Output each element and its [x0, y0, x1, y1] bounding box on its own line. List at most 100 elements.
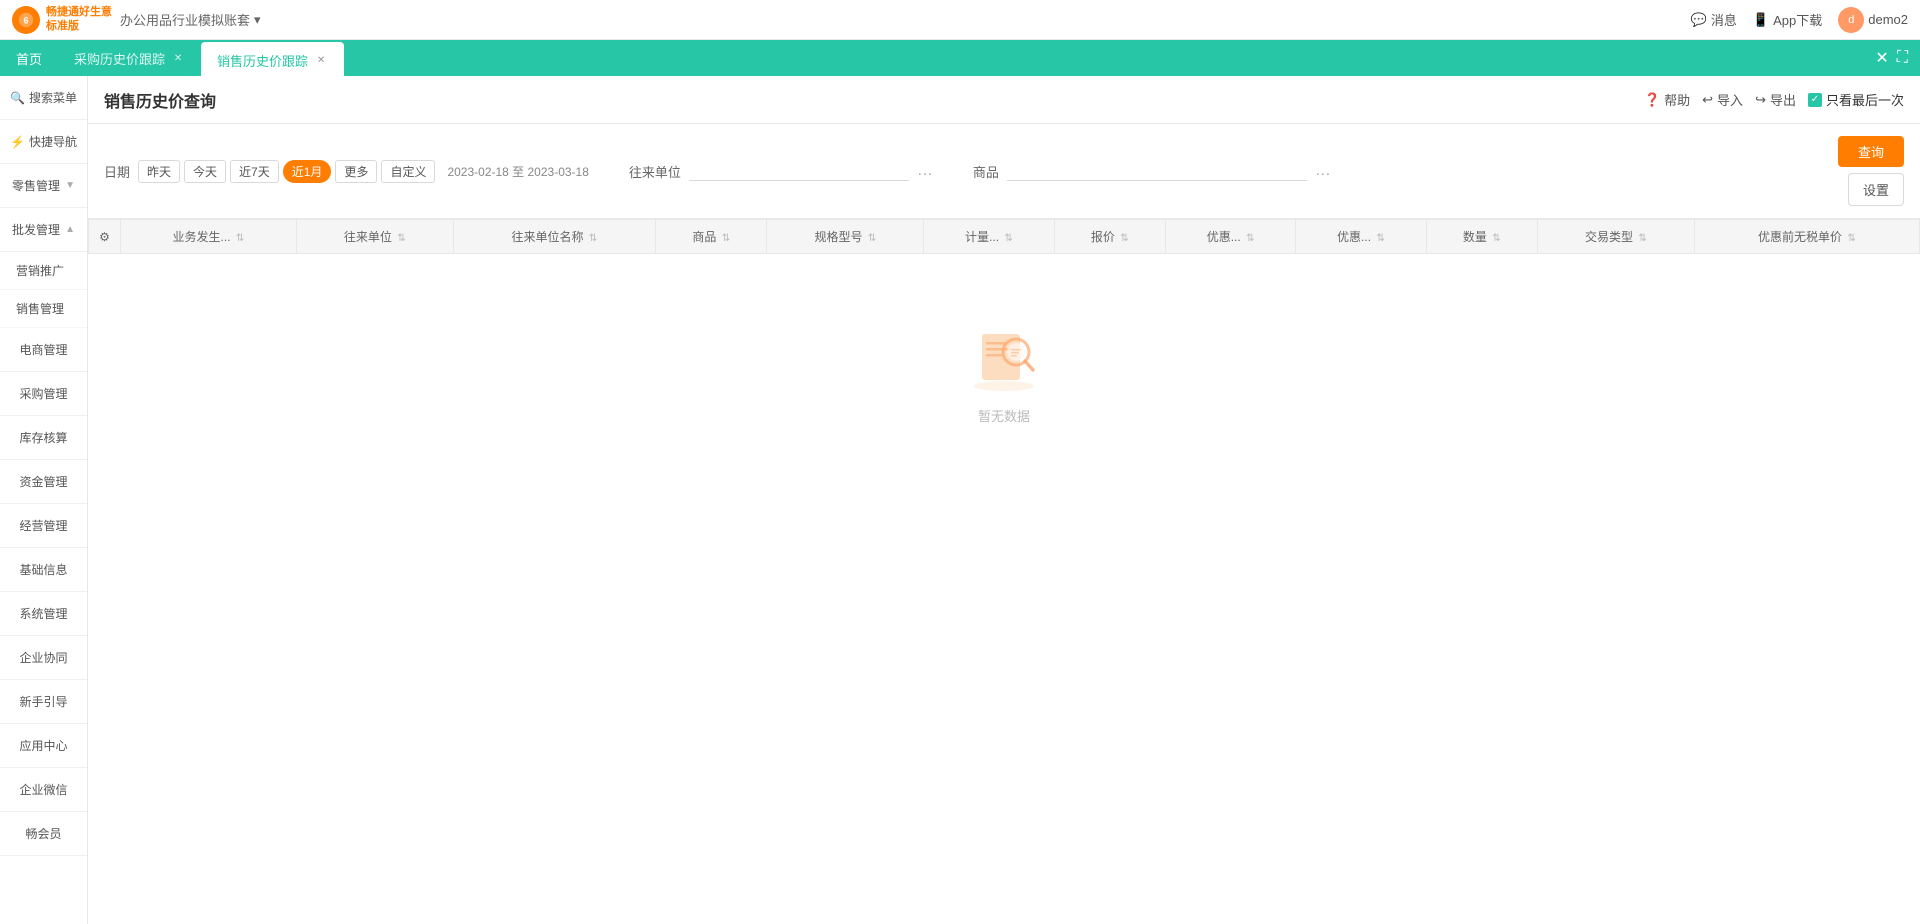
avatar: d	[1838, 7, 1864, 33]
sidebar-item-purchase[interactable]: 采购管理	[0, 372, 87, 416]
th-quantity[interactable]: 数量 ⇅	[1426, 220, 1537, 254]
sidebar-item-basic-info[interactable]: 基础信息	[0, 548, 87, 592]
sidebar-item-ecom[interactable]: 电商管理	[0, 328, 87, 372]
page-title: 销售历史价查询	[104, 88, 216, 112]
tab-close-sales[interactable]: ✕	[314, 53, 328, 67]
tab-bar: 首页 采购历史价跟踪 ✕ 销售历史价跟踪 ✕ ✕ ⛶	[0, 40, 1920, 76]
date-range-display: 2023-02-18 至 2023-03-18	[447, 163, 588, 180]
export-button[interactable]: ↪ 导出	[1755, 90, 1796, 109]
sort-icon: ⇅	[397, 233, 405, 244]
sidebar-item-enterprise-wechat[interactable]: 企业微信	[0, 768, 87, 812]
date-btn-1month[interactable]: 近1月	[283, 160, 332, 183]
logo-svg: 6	[17, 11, 35, 29]
th-unit[interactable]: 计量... ⇅	[924, 220, 1054, 254]
table-header-row: ⚙ 业务发生... ⇅ 往来单位 ⇅ 往来单位名称 ⇅ 商品 ⇅	[89, 220, 1920, 254]
date-filter-group: 日期 昨天 今天 近7天 近1月 更多 自定义 2023-02-18 至 202…	[104, 160, 589, 183]
help-icon: ❓	[1644, 92, 1660, 108]
date-btn-more[interactable]: 更多	[335, 160, 377, 183]
app-download-button[interactable]: 📱 App下载	[1753, 10, 1822, 29]
th-biz-date[interactable]: 业务发生... ⇅	[121, 220, 297, 254]
sidebar-item-app-center[interactable]: 应用中心	[0, 724, 87, 768]
sidebar-item-newbie[interactable]: 新手引导	[0, 680, 87, 724]
date-btn-7days[interactable]: 近7天	[230, 160, 279, 183]
tab-home[interactable]: 首页	[0, 40, 58, 76]
sort-icon: ⇅	[868, 233, 876, 244]
th-pretax-price[interactable]: 优惠前无税单价 ⇅	[1694, 220, 1919, 254]
filter-buttons: 查询 设置	[1838, 136, 1904, 206]
empty-text: 暂无数据	[978, 406, 1030, 425]
th-counterparty-code[interactable]: 往来单位 ⇅	[296, 220, 453, 254]
th-spec[interactable]: 规格型号 ⇅	[767, 220, 924, 254]
date-btn-yesterday[interactable]: 昨天	[138, 160, 180, 183]
settings-button[interactable]: 设置	[1848, 173, 1904, 206]
logo-icon: 6	[12, 6, 40, 34]
table-head: ⚙ 业务发生... ⇅ 往来单位 ⇅ 往来单位名称 ⇅ 商品 ⇅	[89, 220, 1920, 254]
tab-close-purchase[interactable]: ✕	[171, 51, 185, 65]
date-btn-today[interactable]: 今天	[184, 160, 226, 183]
sidebar-item-sales-mgmt[interactable]: 销售管理	[0, 290, 87, 328]
settings-icon[interactable]: ⚙	[99, 230, 110, 244]
only-last-checkbox[interactable]: 只看最后一次	[1808, 90, 1904, 109]
tab-sales-history[interactable]: 销售历史价跟踪 ✕	[201, 42, 344, 78]
chevron-up-icon: ▲	[65, 224, 75, 235]
sidebar-item-quick-nav[interactable]: ⚡ 快捷导航	[0, 120, 87, 164]
table-area: ⚙ 业务发生... ⇅ 往来单位 ⇅ 往来单位名称 ⇅ 商品 ⇅	[88, 219, 1920, 924]
checkbox-icon	[1808, 93, 1822, 107]
sidebar-item-system[interactable]: 系统管理	[0, 592, 87, 636]
th-goods[interactable]: 商品 ⇅	[656, 220, 767, 254]
sidebar-item-search-menu[interactable]: 🔍 搜索菜单	[0, 76, 87, 120]
header-right: 💬 消息 📱 App下载 d demo2	[1691, 7, 1908, 33]
search-icon: 🔍	[10, 91, 25, 105]
th-discount1[interactable]: 优惠... ⇅	[1165, 220, 1295, 254]
nav-icon: ⚡	[10, 135, 25, 149]
sidebar-item-marketing[interactable]: 营销推广	[0, 252, 87, 290]
sidebar-item-finance[interactable]: 资金管理	[0, 460, 87, 504]
goods-picker-icon[interactable]: …	[1315, 162, 1331, 180]
header-left: 6 畅捷通好生意 标准版 办公用品行业模拟账套 ▾	[12, 6, 261, 34]
maximize-icon[interactable]: ⛶	[1897, 49, 1908, 67]
page-header-actions: ❓ 帮助 ↩ 导入 ↪ 导出 只看最后一次	[1644, 90, 1904, 109]
sidebar-item-retail[interactable]: 零售管理 ▼	[0, 164, 87, 208]
import-button[interactable]: ↩ 导入	[1702, 90, 1743, 109]
sidebar-item-vip[interactable]: 畅会员	[0, 812, 87, 856]
query-button[interactable]: 查询	[1838, 136, 1904, 167]
sort-icon: ⇅	[1376, 233, 1384, 244]
close-tab-icon[interactable]: ✕	[1875, 48, 1888, 68]
empty-icon	[964, 314, 1044, 394]
counterparty-filter-group: 往来单位 …	[629, 161, 933, 181]
counterparty-input[interactable]	[689, 161, 909, 181]
date-label: 日期	[104, 162, 130, 181]
sidebar: 🔍 搜索菜单 ⚡ 快捷导航 零售管理 ▼ 批发管理 ▲ 营销推广 销售管理 电商…	[0, 76, 88, 924]
th-settings: ⚙	[89, 220, 121, 254]
th-discount2[interactable]: 优惠... ⇅	[1296, 220, 1426, 254]
sort-icon: ⇅	[722, 233, 730, 244]
sort-icon: ⇅	[1120, 233, 1128, 244]
counterparty-picker-icon[interactable]: …	[917, 162, 933, 180]
download-icon: 📱	[1753, 12, 1769, 28]
filter-row: 日期 昨天 今天 近7天 近1月 更多 自定义 2023-02-18 至 202…	[104, 136, 1904, 206]
sidebar-item-operations[interactable]: 经营管理	[0, 504, 87, 548]
date-btn-custom[interactable]: 自定义	[381, 160, 435, 183]
help-button[interactable]: ❓ 帮助	[1644, 90, 1690, 109]
th-quoted-price[interactable]: 报价 ⇅	[1054, 220, 1165, 254]
th-trade-type[interactable]: 交易类型 ⇅	[1537, 220, 1694, 254]
sidebar-item-inventory[interactable]: 库存核算	[0, 416, 87, 460]
sidebar-item-cooperation[interactable]: 企业协同	[0, 636, 87, 680]
message-icon: 💬	[1691, 12, 1707, 28]
chevron-down-icon: ▼	[65, 180, 75, 191]
empty-state: 暂无数据	[88, 254, 1920, 485]
tab-purchase-history[interactable]: 采购历史价跟踪 ✕	[58, 40, 201, 76]
company-dropdown[interactable]: 办公用品行业模拟账套 ▾	[120, 10, 261, 29]
chevron-down-icon: ▾	[254, 12, 261, 28]
th-counterparty-name[interactable]: 往来单位名称 ⇅	[453, 220, 655, 254]
sort-icon: ⇅	[1638, 233, 1646, 244]
sort-icon: ⇅	[1004, 233, 1012, 244]
sort-icon: ⇅	[236, 233, 244, 244]
main-layout: 🔍 搜索菜单 ⚡ 快捷导航 零售管理 ▼ 批发管理 ▲ 营销推广 销售管理 电商…	[0, 76, 1920, 924]
sidebar-item-wholesale[interactable]: 批发管理 ▲	[0, 208, 87, 252]
goods-input[interactable]	[1007, 161, 1307, 181]
content-area: 销售历史价查询 ❓ 帮助 ↩ 导入 ↪ 导出 只看最后一次	[88, 76, 1920, 924]
message-button[interactable]: 💬 消息	[1691, 10, 1737, 29]
user-menu[interactable]: d demo2	[1838, 7, 1908, 33]
import-icon: ↩	[1702, 92, 1713, 108]
